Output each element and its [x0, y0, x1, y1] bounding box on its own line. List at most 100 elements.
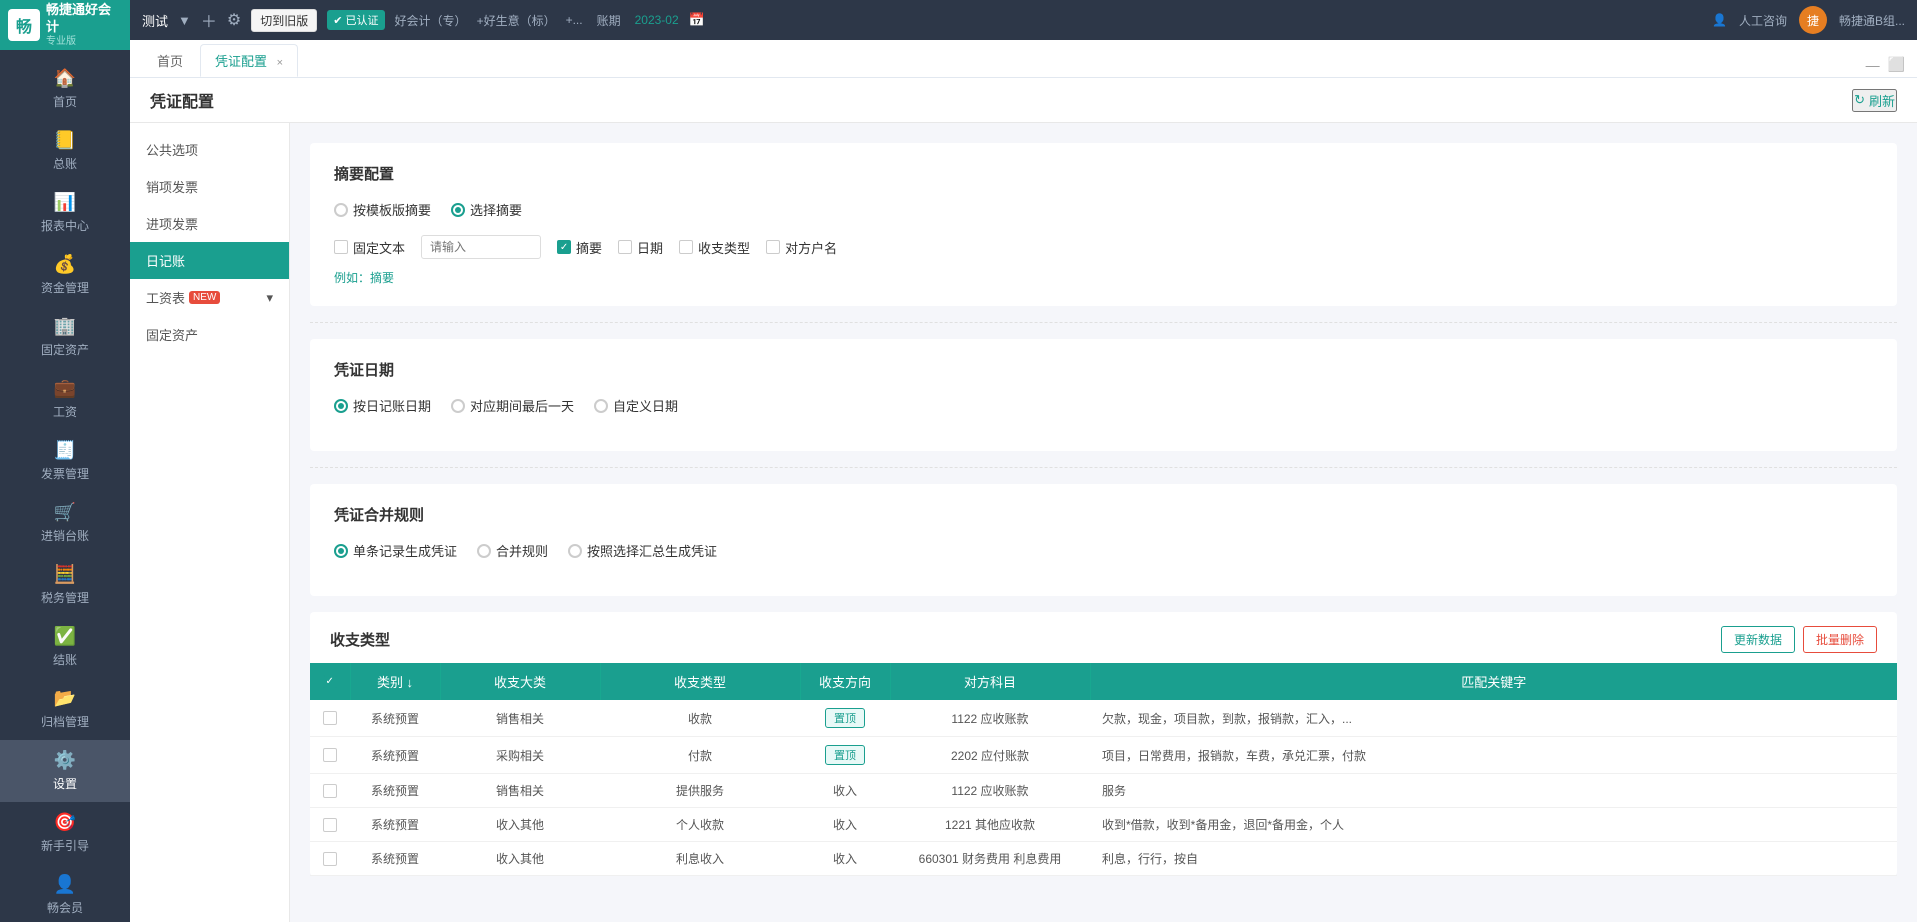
- cell-account-3: 1221 其他应收款: [890, 808, 1090, 842]
- cell-big-cat-3: 收入其他: [440, 808, 600, 842]
- cell-checkbox-2[interactable]: [310, 774, 350, 808]
- update-data-btn[interactable]: 更新数据: [1721, 626, 1795, 653]
- tab-maximize-icon[interactable]: ⬜: [1888, 56, 1905, 73]
- top-tag-0[interactable]: 置顶: [825, 708, 865, 728]
- user-avatar[interactable]: 捷: [1799, 6, 1827, 34]
- add-icon[interactable]: ＋: [201, 8, 217, 32]
- logo-line2: 专业版: [46, 35, 122, 48]
- radio-custom-date[interactable]: 自定义日期: [594, 396, 678, 415]
- top-bar: 测试 ▼ ＋ ⚙ 切到旧版 ✔ 已认证 好会计（专） +好生意（标） +... …: [130, 0, 1917, 40]
- cell-type-0: 收款: [600, 700, 800, 737]
- example-text: 例如：摘要: [334, 269, 1873, 286]
- page-title: 凭证配置: [150, 88, 214, 112]
- th-category[interactable]: 类别 ↓: [350, 663, 440, 700]
- sidebar-label-salary: 工资: [53, 403, 77, 420]
- sidebar-item-invoice[interactable]: 🧾发票管理: [0, 430, 130, 492]
- tab-minimize-icon[interactable]: —: [1866, 57, 1880, 73]
- left-menu-item-payroll[interactable]: 工资表NEW ▾: [130, 279, 289, 316]
- sidebar-item-purchase[interactable]: 🛒进销台账: [0, 492, 130, 554]
- cell-checkbox-1[interactable]: [310, 737, 350, 774]
- sidebar-item-settle[interactable]: ✅结账: [0, 616, 130, 678]
- cell-direction-0: 置顶: [800, 700, 890, 737]
- left-menu: 公共选项销项发票进项发票日记账工资表NEW ▾固定资产: [130, 123, 290, 922]
- ledger-icon: 📒: [54, 130, 76, 151]
- table-header: ✓ 类别 ↓ 收支大类 收支类型 收支方向 对方科目 匹配关键字: [310, 663, 1897, 700]
- checkbox-box-date: [618, 240, 632, 254]
- tab-voucher-config[interactable]: 凭证配置 ×: [200, 44, 298, 77]
- user-name[interactable]: 畅捷通B组...: [1839, 12, 1905, 29]
- th-keywords: 匹配关键字: [1090, 663, 1897, 700]
- refresh-btn[interactable]: ↻ 刷新: [1852, 89, 1897, 112]
- radio-single[interactable]: 单条记录生成凭证: [334, 541, 457, 560]
- checkbox-fixed-text[interactable]: 固定文本: [334, 238, 405, 257]
- calendar-icon[interactable]: 📅: [689, 12, 705, 28]
- product-tag2: +好生意（标）: [477, 12, 556, 29]
- left-menu-item-fixed_assets[interactable]: 固定资产: [130, 316, 289, 353]
- switch-version-btn[interactable]: 切到旧版: [251, 9, 317, 32]
- radio-merge-rule[interactable]: 合并规则: [477, 541, 548, 560]
- settings-icon[interactable]: ⚙: [227, 10, 241, 30]
- row-checkbox-1[interactable]: [323, 748, 337, 762]
- support-icon[interactable]: 👤: [1712, 13, 1727, 27]
- sidebar-item-member[interactable]: 👤畅会员: [0, 864, 130, 922]
- sidebar-item-guide[interactable]: 🎯新手引导: [0, 802, 130, 864]
- sidebar-item-home[interactable]: 🏠首页: [0, 58, 130, 120]
- period-value[interactable]: 2023-02: [635, 13, 679, 27]
- sidebar-label-ledger: 总账: [53, 155, 77, 172]
- left-menu-item-sales[interactable]: 销项发票: [130, 168, 289, 205]
- fixed-text-input[interactable]: [421, 235, 541, 259]
- sidebar-item-fund[interactable]: 💰资金管理: [0, 244, 130, 306]
- table-row: 系统预置 收入其他 个人收款 收入 1221 其他应收款 收到*借款，收到*备用…: [310, 808, 1897, 842]
- sidebar-item-report[interactable]: 📊报表中心: [0, 182, 130, 244]
- page-header: 凭证配置 ↻ 刷新: [130, 78, 1917, 123]
- sidebar-item-salary[interactable]: 💼 工资: [0, 368, 130, 430]
- cell-keywords-4: 利息，行行，按自: [1090, 842, 1897, 876]
- row-checkbox-3[interactable]: [323, 818, 337, 832]
- radio-template[interactable]: 按模板版摘要: [334, 200, 431, 219]
- sidebar-item-ledger[interactable]: 📒 总账: [0, 120, 130, 182]
- checkbox-date[interactable]: 日期: [618, 238, 663, 257]
- menu-label-payroll: 工资表: [146, 288, 185, 307]
- logo-line1: 畅捷通好会计: [46, 2, 122, 36]
- row-checkbox-4[interactable]: [323, 852, 337, 866]
- cell-checkbox-0[interactable]: [310, 700, 350, 737]
- support-label[interactable]: 人工咨询: [1739, 12, 1787, 29]
- radio-selected-total[interactable]: 按照选择汇总生成凭证: [568, 541, 717, 560]
- th-checkbox[interactable]: ✓: [310, 663, 350, 700]
- checkbox-summary[interactable]: ✓ 摘要: [557, 238, 602, 257]
- cell-category-2: 系统预置: [350, 774, 440, 808]
- cell-account-4: 660301 财务费用 利息费用: [890, 842, 1090, 876]
- left-menu-item-journal[interactable]: 日记账: [130, 242, 289, 279]
- sidebar-label-assets: 固定资产: [41, 341, 89, 358]
- sidebar-label-purchase: 进销台账: [41, 527, 89, 544]
- sidebar-item-archive[interactable]: 📂归档管理: [0, 678, 130, 740]
- radio-period-last[interactable]: 对应期间最后一天: [451, 396, 574, 415]
- tab-home[interactable]: 首页: [142, 44, 198, 77]
- summary-checkbox-row: 固定文本 ✓ 摘要 日期: [334, 235, 1873, 259]
- checkbox-counterparty[interactable]: 对方户名: [766, 238, 837, 257]
- sidebar-item-assets[interactable]: 🏢固定资产: [0, 306, 130, 368]
- company-dropdown[interactable]: ▼: [178, 13, 191, 28]
- tab-close-icon[interactable]: ×: [277, 57, 283, 69]
- batch-delete-btn[interactable]: 批量删除: [1803, 626, 1877, 653]
- checkbox-pay-type[interactable]: 收支类型: [679, 238, 750, 257]
- radio-circle-selected-total: [568, 544, 582, 558]
- app-logo: 畅 畅捷通好会计 专业版: [0, 0, 130, 50]
- sidebar-item-settings[interactable]: ⚙️设置: [0, 740, 130, 802]
- top-tag-1[interactable]: 置顶: [825, 745, 865, 765]
- cell-direction-2: 收入: [800, 774, 890, 808]
- radio-journal-date[interactable]: 按日记账日期: [334, 396, 431, 415]
- salary-icon: 💼: [54, 378, 76, 399]
- income-expense-table: ✓ 类别 ↓ 收支大类 收支类型 收支方向 对方科目 匹配关键字: [310, 663, 1897, 876]
- config-area: 摘要配置 按模板版摘要 选择摘要: [290, 123, 1917, 922]
- sidebar-item-tax[interactable]: 🧮税务管理: [0, 554, 130, 616]
- archive-icon: 📂: [54, 688, 76, 709]
- row-checkbox-2[interactable]: [323, 784, 337, 798]
- row-checkbox-0[interactable]: [323, 711, 337, 725]
- cell-checkbox-4[interactable]: [310, 842, 350, 876]
- cell-account-1: 2202 应付账款: [890, 737, 1090, 774]
- left-menu-item-purchase_inv[interactable]: 进项发票: [130, 205, 289, 242]
- radio-select[interactable]: 选择摘要: [451, 200, 522, 219]
- cell-checkbox-3[interactable]: [310, 808, 350, 842]
- left-menu-item-public[interactable]: 公共选项: [130, 131, 289, 168]
